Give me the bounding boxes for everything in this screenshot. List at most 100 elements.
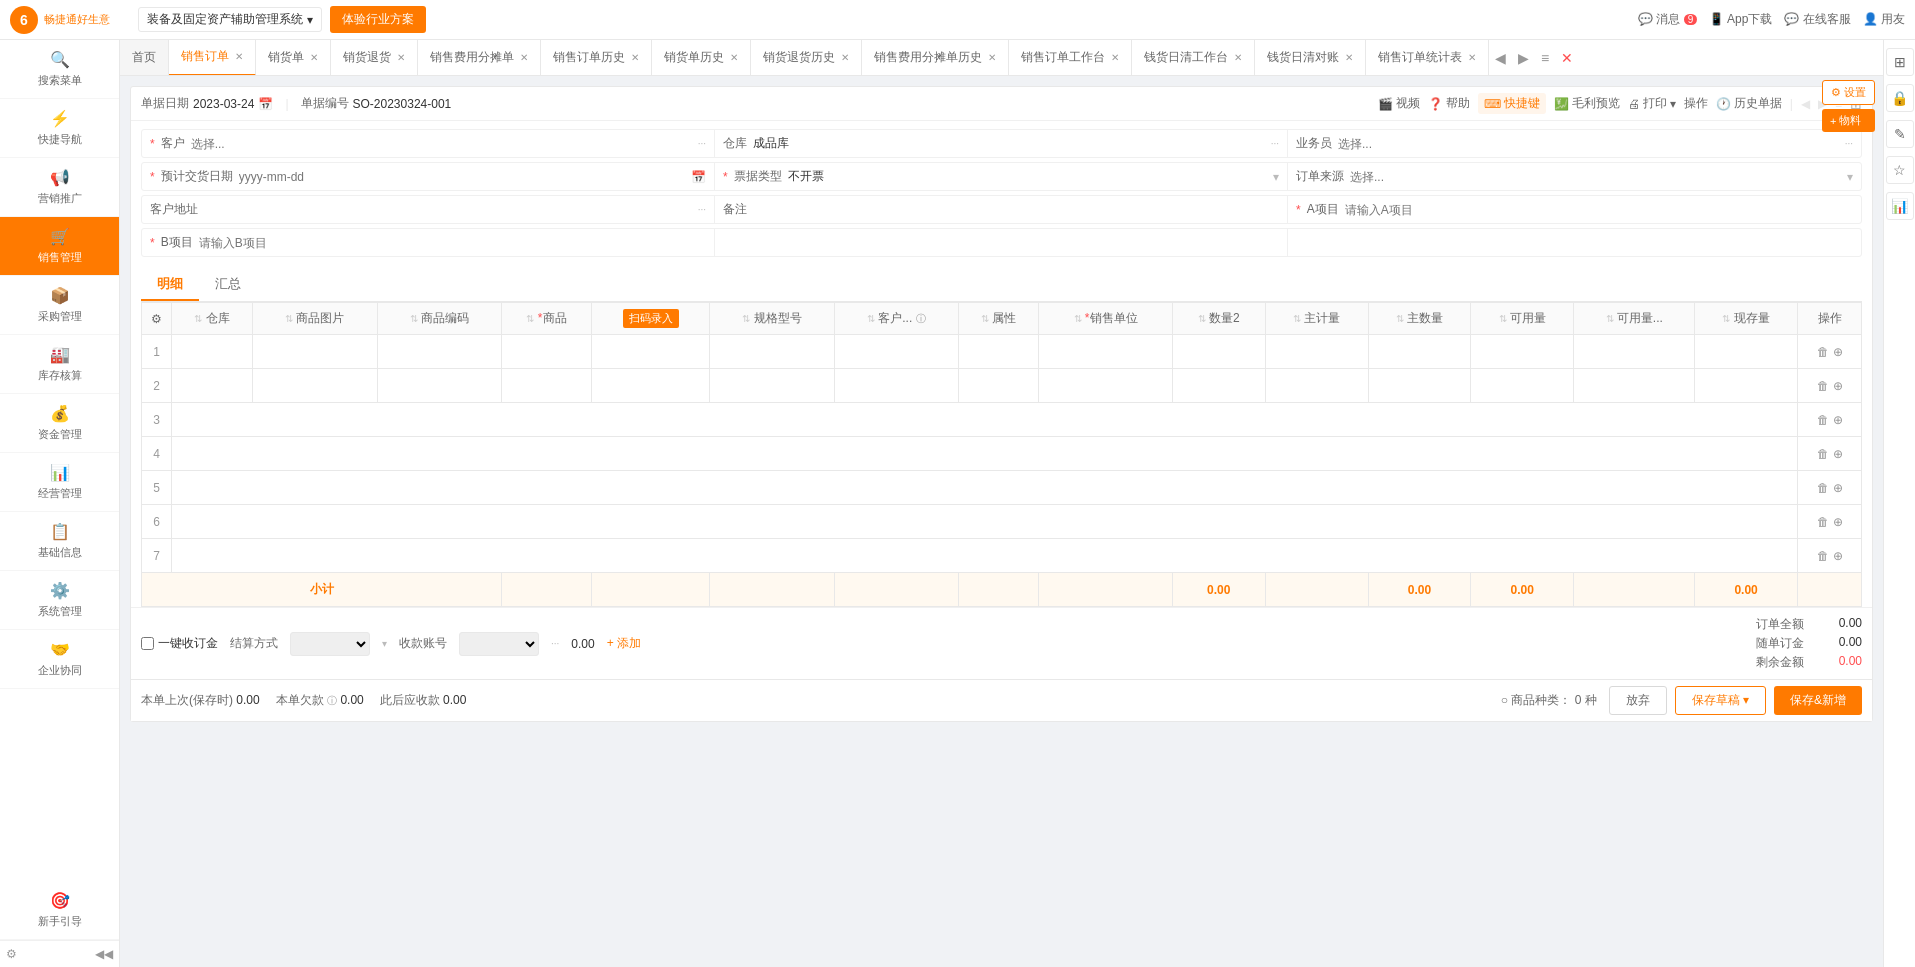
row-1-qty2[interactable]	[1172, 335, 1265, 369]
copy-icon-2[interactable]: ⊕	[1833, 379, 1843, 393]
online-service[interactable]: 💬 在线客服	[1784, 11, 1850, 28]
app-download[interactable]: 📱 App下载	[1709, 11, 1772, 28]
copy-icon-7[interactable]: ⊕	[1833, 549, 1843, 563]
copy-icon[interactable]: ⊕	[1833, 345, 1843, 359]
tab-sales-refund-history[interactable]: 销货退货历史 ✕	[751, 40, 862, 76]
tab-close-cash-account[interactable]: ✕	[1345, 52, 1353, 63]
discard-btn[interactable]: 放弃	[1609, 686, 1667, 715]
tab-sales-return[interactable]: 销货单 ✕	[256, 40, 331, 76]
save-new-btn[interactable]: 保存&新增	[1774, 686, 1862, 715]
b-project-input[interactable]	[199, 236, 706, 250]
row-2-main-unit[interactable]	[1265, 369, 1368, 403]
receipt-select[interactable]	[459, 632, 539, 656]
tab-close-order-stats[interactable]: ✕	[1468, 52, 1476, 63]
sidebar-item-system[interactable]: ⚙️ 系统管理	[0, 571, 119, 630]
row-1-available2[interactable]	[1574, 335, 1695, 369]
sidebar-item-quicknav[interactable]: ⚡ 快捷导航	[0, 99, 119, 158]
calendar-icon[interactable]: 📅	[258, 97, 273, 111]
tab-close-sales-order[interactable]: ✕	[235, 51, 243, 62]
oper-btn[interactable]: 操作	[1684, 95, 1708, 112]
row-2-qty2[interactable]	[1172, 369, 1265, 403]
save-draft-chevron-icon[interactable]: ▾	[1743, 693, 1749, 707]
checkout-checkbox-label[interactable]: 一键收订金	[141, 635, 218, 652]
row-2-available[interactable]	[1471, 369, 1574, 403]
settings-icon[interactable]: ⚙	[6, 947, 17, 961]
sidebar-item-finance[interactable]: 💰 资金管理	[0, 394, 119, 453]
delete-icon-2[interactable]: 🗑	[1817, 379, 1829, 393]
right-panel-icon-2[interactable]: 🔒	[1886, 84, 1914, 112]
delivery-input[interactable]	[239, 170, 685, 184]
copy-icon-3[interactable]: ⊕	[1833, 413, 1843, 427]
delete-icon-5[interactable]: 🗑	[1817, 481, 1829, 495]
warehouse-more-icon[interactable]: ···	[1271, 138, 1279, 149]
customer-code-info-icon[interactable]: ⓘ	[916, 313, 926, 324]
row-1-product[interactable]	[502, 335, 591, 369]
save-draft-btn[interactable]: 保存草稿 ▾	[1675, 686, 1766, 715]
user-avatar[interactable]: 👤 用友	[1863, 11, 1905, 28]
customer-more-icon[interactable]: ···	[698, 138, 706, 149]
tab-close-expense-history[interactable]: ✕	[988, 52, 996, 63]
address-input[interactable]	[204, 203, 692, 217]
shortcut-btn[interactable]: ⌨ 快捷键	[1478, 93, 1546, 114]
tab-sales-return-history[interactable]: 销货单历史 ✕	[652, 40, 751, 76]
row-2-customer-code[interactable]	[834, 369, 958, 403]
profit-btn[interactable]: 💹 毛利预览	[1554, 95, 1620, 112]
help-btn[interactable]: ❓ 帮助	[1428, 95, 1470, 112]
add-material-btn[interactable]: + 物料	[1822, 109, 1875, 132]
tab-sales-order[interactable]: 销售订单 ✕	[169, 40, 256, 76]
tab-sales-order-history[interactable]: 销售订单历史 ✕	[541, 40, 652, 76]
copy-icon-6[interactable]: ⊕	[1833, 515, 1843, 529]
copy-icon-5[interactable]: ⊕	[1833, 481, 1843, 495]
row-1-spec[interactable]	[710, 335, 835, 369]
tab-close-sales-expense[interactable]: ✕	[520, 52, 528, 63]
pay-method-more-icon[interactable]: ▾	[382, 638, 387, 649]
tab-cash-account[interactable]: 钱货日清对账 ✕	[1255, 40, 1366, 76]
scan-input-btn[interactable]: 扫码录入	[623, 309, 679, 328]
tab-close-return-history[interactable]: ✕	[730, 52, 738, 63]
collapse-icon[interactable]: ◀◀	[95, 947, 113, 961]
row-1-image[interactable]	[252, 335, 377, 369]
row-1-customer-code[interactable]	[834, 335, 958, 369]
tab-close-refund-history[interactable]: ✕	[841, 52, 849, 63]
checkout-checkbox[interactable]	[141, 637, 154, 650]
current-info-icon[interactable]: ⓘ	[327, 695, 337, 706]
sidebar-item-collab[interactable]: 🤝 企业协同	[0, 630, 119, 689]
tab-home[interactable]: 首页	[120, 40, 169, 76]
row-1-attribute[interactable]	[958, 335, 1039, 369]
staff-more-icon[interactable]: ···	[1845, 138, 1853, 149]
table-scroll[interactable]: ⚙ ⇅ 仓库 ⇅ 商品图片	[141, 302, 1862, 607]
delete-icon[interactable]: 🗑	[1817, 345, 1829, 359]
tab-menu-btn[interactable]: ≡	[1535, 50, 1555, 66]
a-project-input[interactable]	[1345, 203, 1853, 217]
order-source-chevron-icon[interactable]: ▾	[1847, 170, 1853, 184]
tab-prev-btn[interactable]: ◀	[1489, 50, 1512, 66]
right-panel-icon-3[interactable]: ✎	[1886, 120, 1914, 148]
tab-close-cash-workbench[interactable]: ✕	[1234, 52, 1242, 63]
address-more-icon[interactable]: ···	[698, 204, 706, 215]
order-source-input[interactable]	[1350, 170, 1841, 184]
right-panel-icon-4[interactable]: ☆	[1886, 156, 1914, 184]
history-btn[interactable]: 🕐 历史单据	[1716, 95, 1782, 112]
row-2-stock[interactable]	[1695, 369, 1798, 403]
row-2-image[interactable]	[252, 369, 377, 403]
remark-input[interactable]	[753, 203, 1279, 217]
row-2-unit[interactable]	[1039, 369, 1172, 403]
tab-order-stats[interactable]: 销售订单统计表 ✕	[1366, 40, 1489, 76]
sidebar-item-inventory[interactable]: 🏭 库存核算	[0, 335, 119, 394]
sidebar-item-operations[interactable]: 📊 经营管理	[0, 453, 119, 512]
system-title[interactable]: 装备及固定资产辅助管理系统 ▾	[138, 7, 322, 32]
row-2-product[interactable]	[502, 369, 591, 403]
detail-tab-mingxi[interactable]: 明细	[141, 269, 199, 301]
row-1-available[interactable]	[1471, 335, 1574, 369]
print-btn[interactable]: 🖨 打印 ▾	[1628, 95, 1676, 112]
tab-next-btn[interactable]: ▶	[1512, 50, 1535, 66]
tab-order-workbench[interactable]: 销售订单工作台 ✕	[1009, 40, 1132, 76]
tab-close-order-workbench[interactable]: ✕	[1111, 52, 1119, 63]
sidebar-item-purchase[interactable]: 📦 采购管理	[0, 276, 119, 335]
row-1-warehouse[interactable]	[172, 335, 253, 369]
row-1-unit[interactable]	[1039, 335, 1172, 369]
tab-close-sales-return[interactable]: ✕	[310, 52, 318, 63]
invoice-chevron-icon[interactable]: ▾	[1273, 170, 1279, 184]
sidebar-item-sales[interactable]: 🛒 销售管理	[0, 217, 119, 276]
sidebar-item-search[interactable]: 🔍 搜索菜单	[0, 40, 119, 99]
